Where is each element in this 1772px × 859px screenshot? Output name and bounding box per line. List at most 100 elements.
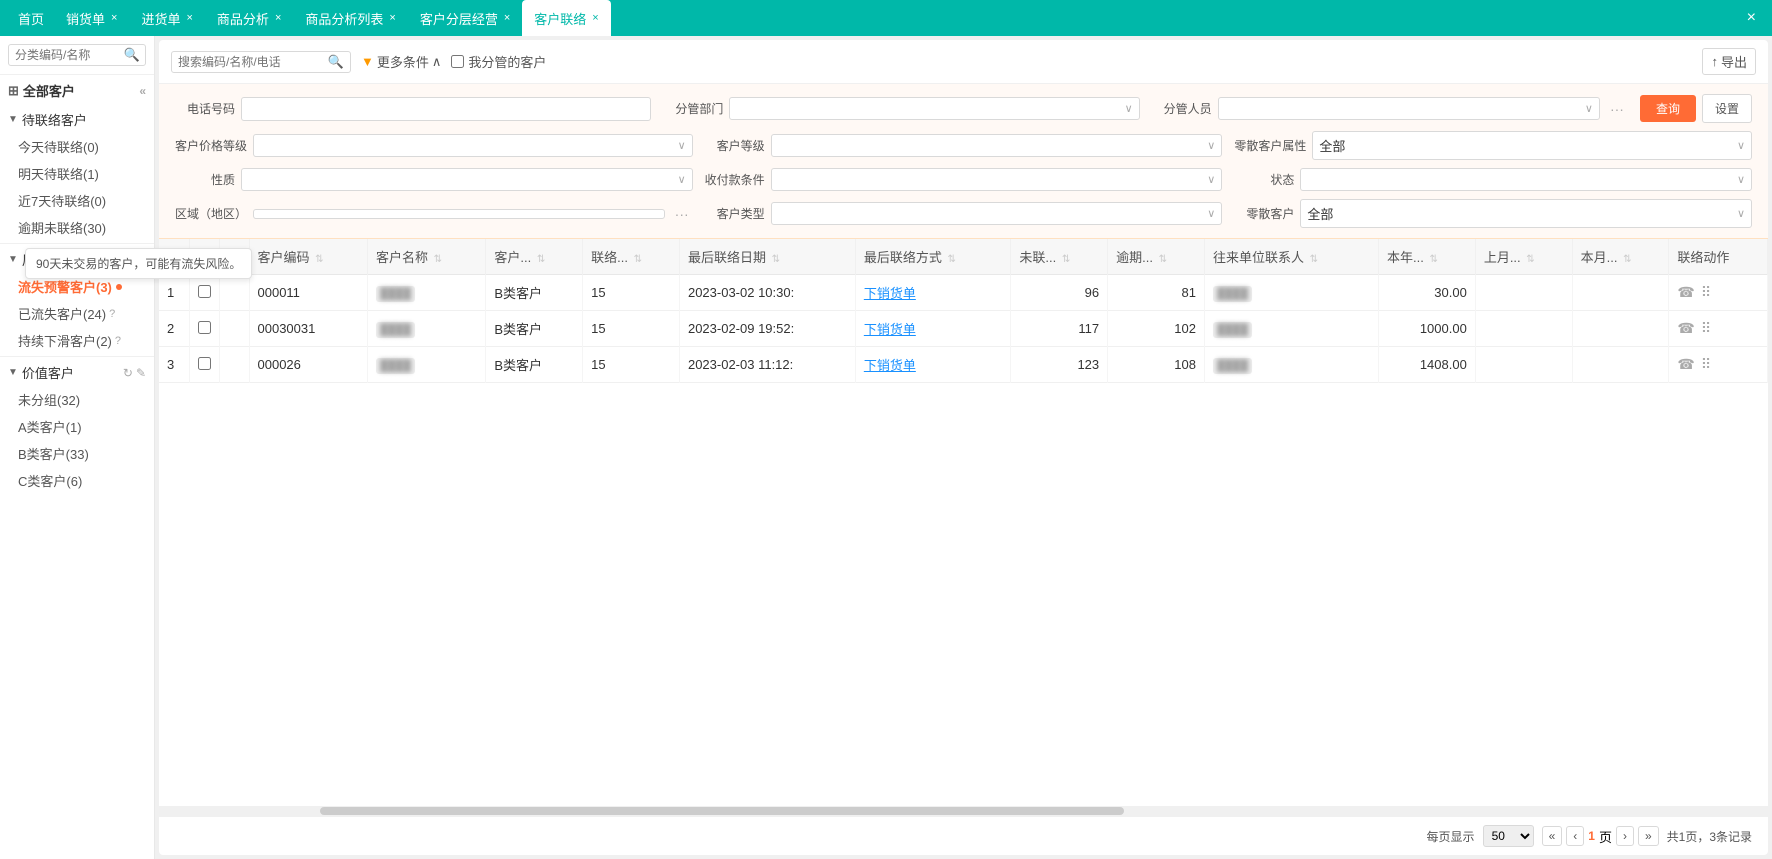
more-action-icon[interactable]: ⠿: [1701, 284, 1711, 301]
close-all-button[interactable]: ×: [1739, 9, 1764, 27]
th-contact[interactable]: 联络... ⇅: [583, 239, 680, 275]
nav-tab-analysis[interactable]: 商品分析 ×: [205, 0, 293, 36]
nav-tab-customer-contact[interactable]: 客户联络 ×: [522, 0, 610, 36]
th-last-date[interactable]: 最后联络日期 ⇅: [679, 239, 855, 275]
filter-price-grade-select[interactable]: ∨: [253, 134, 693, 157]
td-checkbox[interactable]: [189, 275, 219, 311]
th-last-way[interactable]: 最后联络方式 ⇅: [855, 239, 1011, 275]
close-icon[interactable]: ×: [186, 12, 192, 24]
sidebar-item-churned[interactable]: 已流失客户(24) ?: [0, 300, 154, 327]
row-checkbox[interactable]: [198, 321, 211, 334]
chevron-down-icon: ∨: [678, 139, 686, 152]
sidebar-item-overdue-contact[interactable]: 逾期未联络(30): [0, 214, 154, 241]
td-no-contact: 123: [1011, 347, 1108, 383]
close-icon[interactable]: ×: [592, 12, 598, 24]
sidebar-item-b-class[interactable]: B类客户(33): [0, 440, 154, 467]
last-contact-way-link[interactable]: 下销货单: [864, 358, 916, 373]
filter-status-select[interactable]: ∨: [1300, 168, 1752, 191]
td-checkbox[interactable]: [189, 347, 219, 383]
last-contact-way-link[interactable]: 下销货单: [864, 286, 916, 301]
search-icon[interactable]: 🔍: [328, 54, 344, 70]
action-icons: ☎ ⠿: [1677, 320, 1759, 337]
close-icon[interactable]: ×: [504, 12, 510, 24]
search-input[interactable]: [178, 55, 328, 69]
edit-icon[interactable]: ✎: [136, 366, 146, 380]
page-size-label: 每页显示: [1427, 828, 1475, 845]
sidebar-item-c-class[interactable]: C类客户(6): [0, 467, 154, 494]
filter-person-select[interactable]: ∨: [1218, 97, 1600, 120]
table-container[interactable]: ⚙ 客户编码 ⇅ 客户名称 ⇅ 客户... ⇅: [159, 239, 1768, 806]
contact-icon[interactable]: ☎: [1677, 356, 1694, 373]
td-last-way[interactable]: 下销货单: [855, 347, 1011, 383]
nav-tab-customer-tier[interactable]: 客户分层经营 ×: [408, 0, 522, 36]
close-icon[interactable]: ×: [275, 12, 281, 24]
td-checkbox[interactable]: [189, 311, 219, 347]
search-icon[interactable]: 🔍: [124, 47, 140, 63]
contact-icon[interactable]: ☎: [1677, 284, 1694, 301]
horizontal-scrollbar[interactable]: [159, 806, 1768, 816]
page-size-select[interactable]: 50 100: [1483, 825, 1534, 847]
th-name[interactable]: 客户名称 ⇅: [367, 239, 485, 275]
th-overdue[interactable]: 逾期... ⇅: [1108, 239, 1205, 275]
filter-customer-type-select[interactable]: ∨: [771, 202, 1223, 225]
filter-region-select[interactable]: [253, 209, 665, 219]
close-icon[interactable]: ×: [389, 12, 395, 24]
th-this-month[interactable]: 本月... ⇅: [1572, 239, 1669, 275]
td-grade: B类客户: [486, 275, 583, 311]
filter-dept-select[interactable]: ∨: [729, 97, 1139, 120]
filter-phone-input[interactable]: [241, 97, 651, 121]
filter-customer-grade-select[interactable]: ∨: [771, 134, 1223, 157]
more-action-icon[interactable]: ⠿: [1701, 320, 1711, 337]
sidebar-item-a-class[interactable]: A类客户(1): [0, 413, 154, 440]
row-checkbox[interactable]: [198, 285, 211, 298]
contact-icon[interactable]: ☎: [1677, 320, 1694, 337]
prev-page-button[interactable]: ‹: [1566, 826, 1584, 846]
th-this-year[interactable]: 本年... ⇅: [1379, 239, 1476, 275]
th-no-contact[interactable]: 未联... ⇅: [1011, 239, 1108, 275]
query-button[interactable]: 查询: [1640, 95, 1696, 122]
sidebar-group-pending[interactable]: ▼ 待联络客户: [0, 106, 154, 133]
last-page-button[interactable]: »: [1638, 826, 1659, 846]
more-action-icon[interactable]: ⠿: [1701, 356, 1711, 373]
sidebar-item-declining[interactable]: 持续下滑客户(2) ?: [0, 327, 154, 354]
collapse-icon[interactable]: «: [139, 84, 146, 98]
filter-casual-select[interactable]: 全部 ∨: [1300, 199, 1752, 228]
row-checkbox[interactable]: [198, 357, 211, 370]
sidebar-group-value[interactable]: ▼ 价值客户 ↻ ✎: [0, 359, 154, 386]
filter-nature-select[interactable]: ∨: [241, 168, 693, 191]
nav-tab-purchase[interactable]: 进货单 ×: [129, 0, 204, 36]
more-conditions-button[interactable]: ▼ 更多条件 ∧: [361, 52, 441, 71]
th-last-month[interactable]: 上月... ⇅: [1475, 239, 1572, 275]
sidebar-item-ungroup[interactable]: 未分组(32): [0, 386, 154, 413]
sidebar-item-tomorrow[interactable]: 明天待联络(1): [0, 160, 154, 187]
export-button[interactable]: ↑ 导出: [1702, 48, 1756, 75]
more-options-button[interactable]: ···: [1606, 101, 1628, 117]
td-last-way[interactable]: 下销货单: [855, 275, 1011, 311]
td-unit-contact: ████: [1204, 275, 1378, 311]
first-page-button[interactable]: «: [1542, 826, 1563, 846]
filter-payment-select[interactable]: ∨: [771, 168, 1223, 191]
td-last-way[interactable]: 下销货单: [855, 311, 1011, 347]
sidebar-item-7days[interactable]: 近7天待联络(0): [0, 187, 154, 214]
next-page-button[interactable]: ›: [1616, 826, 1634, 846]
close-icon[interactable]: ×: [111, 12, 117, 24]
th-unit-contact[interactable]: 往来单位联系人 ⇅: [1204, 239, 1378, 275]
td-empty: [219, 311, 249, 347]
th-code[interactable]: 客户编码 ⇅: [249, 239, 367, 275]
settings-button[interactable]: 设置: [1702, 94, 1752, 123]
nav-tab-sales[interactable]: 销货单 ×: [54, 0, 129, 36]
refresh-icon[interactable]: ↻: [123, 366, 133, 380]
my-customers-check[interactable]: [451, 55, 464, 68]
last-contact-way-link[interactable]: 下销货单: [864, 322, 916, 337]
th-grade[interactable]: 客户... ⇅: [486, 239, 583, 275]
sidebar-item-today[interactable]: 今天待联络(0): [0, 133, 154, 160]
my-customers-checkbox[interactable]: 我分管的客户: [451, 52, 546, 71]
help-icon[interactable]: ?: [109, 308, 115, 320]
help-icon[interactable]: ?: [115, 335, 121, 347]
more-options-button[interactable]: ···: [671, 206, 693, 222]
nav-home[interactable]: 首页: [8, 9, 54, 28]
nav-tab-analysis-list[interactable]: 商品分析列表 ×: [293, 0, 407, 36]
filter-casual-attr-select[interactable]: 全部 ∨: [1312, 131, 1752, 160]
scrollbar-thumb[interactable]: [320, 807, 1125, 815]
sidebar-all-customers[interactable]: ⊞ 全部客户 «: [0, 75, 154, 106]
